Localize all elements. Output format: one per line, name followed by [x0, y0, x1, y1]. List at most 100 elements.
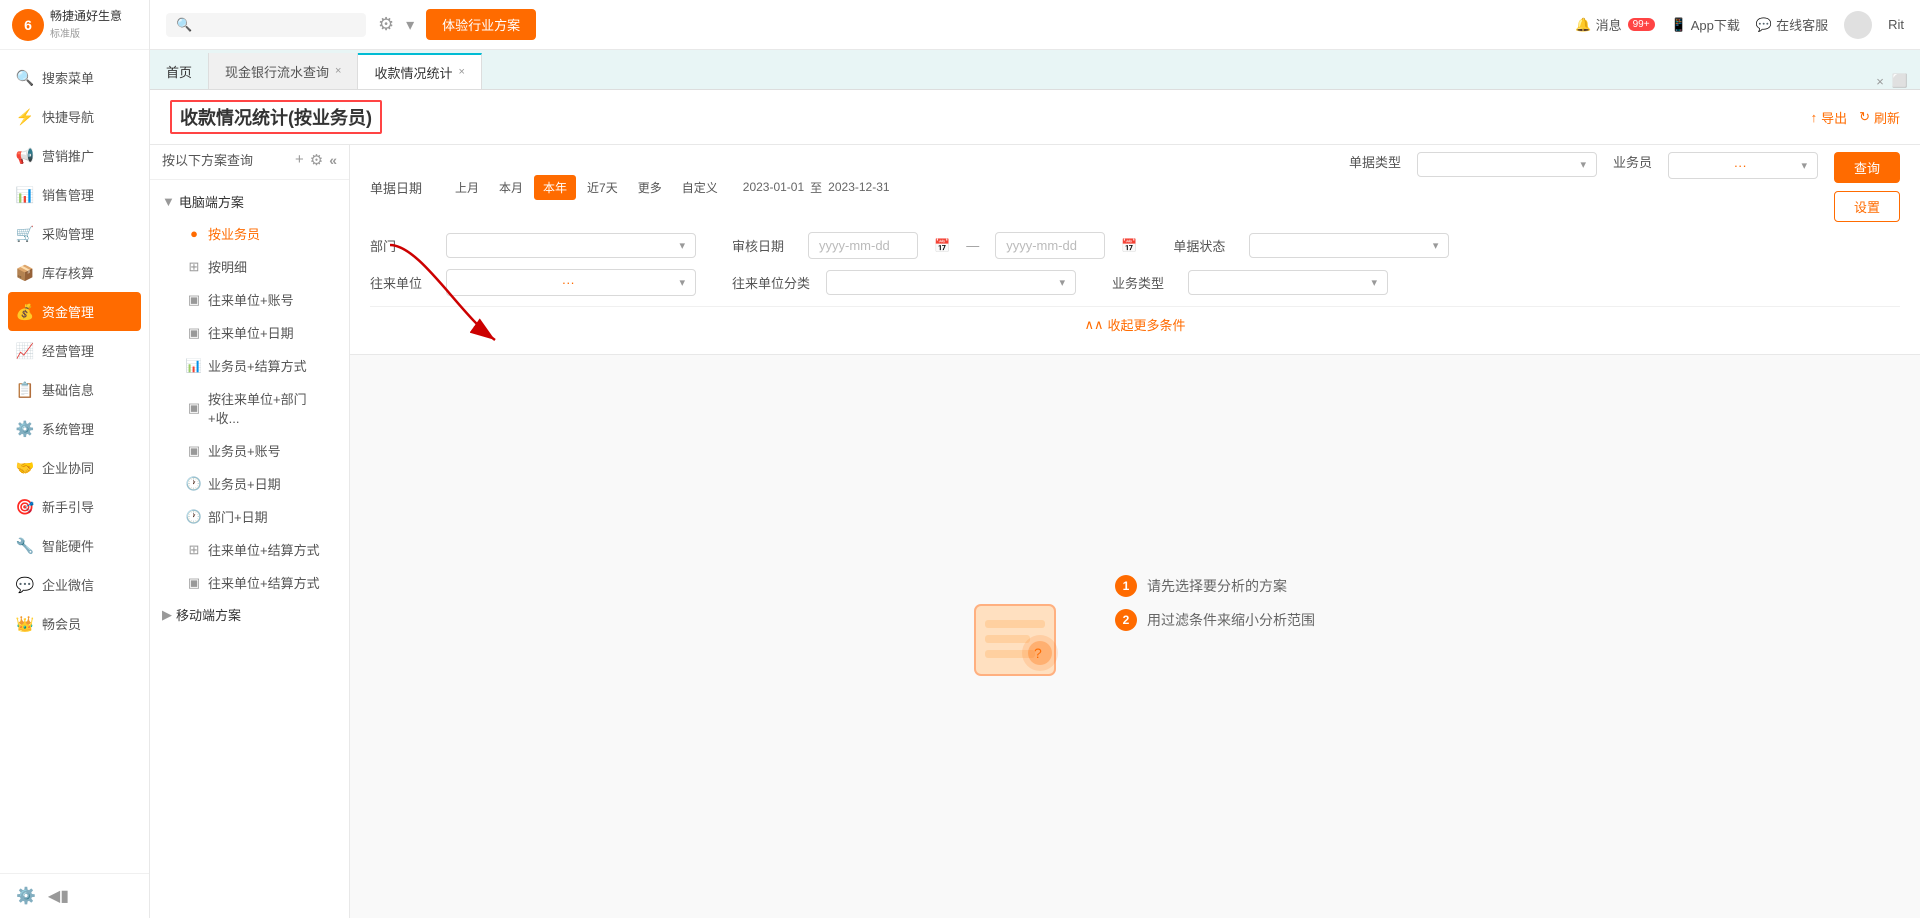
tab-collection-stat[interactable]: 收款情况统计 × [358, 53, 481, 89]
date-tab-7days[interactable]: 近7天 [578, 175, 627, 200]
topbar-settings-icon[interactable]: ⚙ [378, 14, 394, 35]
biz-type-select[interactable]: ▾ [1188, 270, 1388, 295]
window-maximize-icon[interactable]: ⬜ [1892, 73, 1908, 89]
salesperson-more-btn[interactable]: ··· [1734, 158, 1747, 173]
date-label: 单据日期 [370, 178, 430, 197]
sidebar-item-quicknav[interactable]: ⚡ 快捷导航 [0, 97, 149, 136]
sidebar-item-operations[interactable]: 📈 经营管理 [0, 331, 149, 370]
counterpart-more-btn[interactable]: ··· [562, 275, 575, 290]
date-tabs: 上月 本月 本年 近7天 更多 自定义 [446, 175, 727, 200]
collapse-sidebar-icon[interactable]: ◀▮ [48, 886, 69, 906]
review-date-to[interactable]: yyyy-mm-dd [995, 232, 1105, 259]
sidebar-item-finance[interactable]: 💰 资金管理 [8, 292, 141, 331]
tab-bank-flow-close[interactable]: × [335, 65, 341, 77]
counterpart-category-select[interactable]: ▾ [826, 270, 1076, 295]
trial-industry-button[interactable]: 体验行业方案 [426, 9, 536, 40]
app-logo: 6 畅捷通好生意 标准版 [0, 0, 149, 50]
date-tab-this-month[interactable]: 本月 [490, 175, 532, 200]
sidebar-item-hardware[interactable]: 🔧 智能硬件 [0, 526, 149, 565]
calendar-to-icon[interactable]: 📅 [1121, 238, 1137, 254]
doc-type-select[interactable]: ▾ [1417, 152, 1597, 177]
tab-bank-flow[interactable]: 现金银行流水查询 × [209, 53, 358, 89]
tab-home[interactable]: 首页 [150, 53, 209, 89]
page-body: 按以下方案查询 + ⚙ « ▼ 电脑端方案 [150, 140, 1920, 918]
download-icon: 📱 [1671, 17, 1687, 33]
sales-icon: 📊 [16, 186, 34, 204]
page-title: 收款情况统计(按业务员) [170, 100, 382, 134]
bell-icon: 🔔 [1575, 17, 1591, 33]
scheme-item-unit-settlement1[interactable]: ⊞ 往来单位+结算方式 [158, 533, 349, 566]
sidebar-item-system[interactable]: ⚙️ 系统管理 [0, 409, 149, 448]
review-date-from[interactable]: yyyy-mm-dd [808, 232, 918, 259]
sidebar-footer: ⚙️ ◀▮ [0, 873, 149, 918]
settings-footer-icon[interactable]: ⚙️ [16, 886, 36, 906]
scheme-item-salesperson[interactable]: ● 按业务员 [158, 217, 349, 250]
sidebar-item-inventory[interactable]: 📦 库存核算 [0, 253, 149, 292]
scheme-item-unit-date[interactable]: ▣ 往来单位+日期 [158, 316, 349, 349]
scheme-item-unit-dept-income[interactable]: ▣ 按往来单位+部门+收... [158, 382, 349, 434]
dept-select[interactable]: ▾ [446, 233, 696, 258]
counterpart-select[interactable]: ··· ▾ [446, 269, 696, 296]
left-panel-header: 按以下方案查询 + ⚙ « [150, 140, 349, 180]
scheme-item-salesperson-date[interactable]: 🕐 业务员+日期 [158, 467, 349, 500]
topbar-left: 🔍 ⚙ ▾ 体验行业方案 [166, 9, 536, 40]
page-wrapper: 收款情况统计(按业务员) ↑ 导出 ↻ 刷新 按以下方案查询 + [150, 90, 1920, 918]
sidebar-item-collab[interactable]: 🤝 企业协同 [0, 448, 149, 487]
sidebar-item-sales[interactable]: 📊 销售管理 [0, 175, 149, 214]
mobile-scheme-group-title[interactable]: ▶ 移动端方案 [150, 599, 349, 630]
counterpart-label: 往来单位 [370, 273, 430, 292]
tab-bar: 首页 现金银行流水查询 × 收款情况统计 × × ⬜ [150, 50, 1920, 90]
sidebar-item-weixin[interactable]: 💬 企业微信 [0, 565, 149, 604]
settings-button[interactable]: 设置 [1834, 191, 1900, 222]
dept-label: 部门 [370, 236, 430, 255]
filter-actions: 查询 设置 [1834, 152, 1900, 222]
sidebar-item-purchase[interactable]: 🛒 采购管理 [0, 214, 149, 253]
counterpart-chevron: ▾ [679, 276, 685, 289]
date-tab-custom[interactable]: 自定义 [673, 175, 727, 200]
messages-item[interactable]: 🔔 消息 99+ [1575, 15, 1654, 34]
sidebar-item-marketing[interactable]: 📢 营销推广 [0, 136, 149, 175]
scheme-item-unit-settlement2[interactable]: ▣ 往来单位+结算方式 [158, 566, 349, 599]
member-icon: 👑 [16, 615, 34, 633]
app-download-item[interactable]: 📱 App下载 [1671, 15, 1740, 34]
add-scheme-button[interactable]: + [295, 151, 304, 168]
salesperson-settlement-icon: 📊 [186, 358, 202, 374]
sidebar-item-guide[interactable]: 🎯 新手引导 [0, 487, 149, 526]
scheme-item-dept-date[interactable]: 🕐 部门+日期 [158, 500, 349, 533]
collapse-filter-bar[interactable]: ∧∧ 收起更多条件 [370, 306, 1900, 342]
salesperson-select[interactable]: ··· ▾ [1668, 152, 1818, 179]
desktop-scheme-group-title[interactable]: ▼ 电脑端方案 [150, 186, 349, 217]
top-search-box[interactable]: 🔍 [166, 13, 366, 37]
dept-chevron: ▾ [679, 239, 685, 252]
doc-status-select[interactable]: ▾ [1249, 233, 1449, 258]
date-tab-more[interactable]: 更多 [629, 175, 671, 200]
user-avatar[interactable] [1844, 11, 1872, 39]
sidebar-item-member[interactable]: 👑 畅会员 [0, 604, 149, 643]
calendar-from-icon[interactable]: 📅 [934, 238, 950, 254]
online-service-item[interactable]: 💬 在线客服 [1756, 15, 1828, 34]
filter-row-1: 单据日期 上月 本月 本年 近7天 更多 自定义 2023-01-01 至 [370, 152, 1900, 222]
topbar-expand-icon[interactable]: ▾ [406, 15, 414, 35]
tab-collection-stat-close[interactable]: × [458, 66, 464, 78]
user-name: Rit [1888, 17, 1904, 32]
scheme-settings-button[interactable]: ⚙ [310, 151, 323, 169]
export-button[interactable]: ↑ 导出 [1811, 108, 1848, 127]
collapse-panel-button[interactable]: « [329, 152, 337, 168]
salesperson-date-icon: 🕐 [186, 476, 202, 492]
scheme-item-salesperson-settlement[interactable]: 📊 业务员+结算方式 [158, 349, 349, 382]
unit-date-icon: ▣ [186, 325, 202, 341]
date-tab-last-month[interactable]: 上月 [446, 175, 488, 200]
scheme-item-detail[interactable]: ⊞ 按明细 [158, 250, 349, 283]
desktop-scheme-group: ▼ 电脑端方案 ● 按业务员 ⊞ 按明细 [150, 186, 349, 599]
window-close-icon[interactable]: × [1876, 74, 1884, 89]
scheme-item-salesperson-account[interactable]: ▣ 业务员+账号 [158, 434, 349, 467]
query-button[interactable]: 查询 [1834, 152, 1900, 183]
scheme-item-unit-account[interactable]: ▣ 往来单位+账号 [158, 283, 349, 316]
date-tab-this-year[interactable]: 本年 [534, 175, 576, 200]
system-icon: ⚙️ [16, 420, 34, 438]
refresh-button[interactable]: ↻ 刷新 [1859, 108, 1900, 127]
sidebar-nav: 🔍 搜索菜单 ⚡ 快捷导航 📢 营销推广 📊 销售管理 🛒 采购管理 📦 库存核… [0, 50, 149, 873]
sidebar-item-search[interactable]: 🔍 搜索菜单 [0, 58, 149, 97]
active-scheme-icon: ● [186, 226, 202, 242]
sidebar-item-baseinfo[interactable]: 📋 基础信息 [0, 370, 149, 409]
